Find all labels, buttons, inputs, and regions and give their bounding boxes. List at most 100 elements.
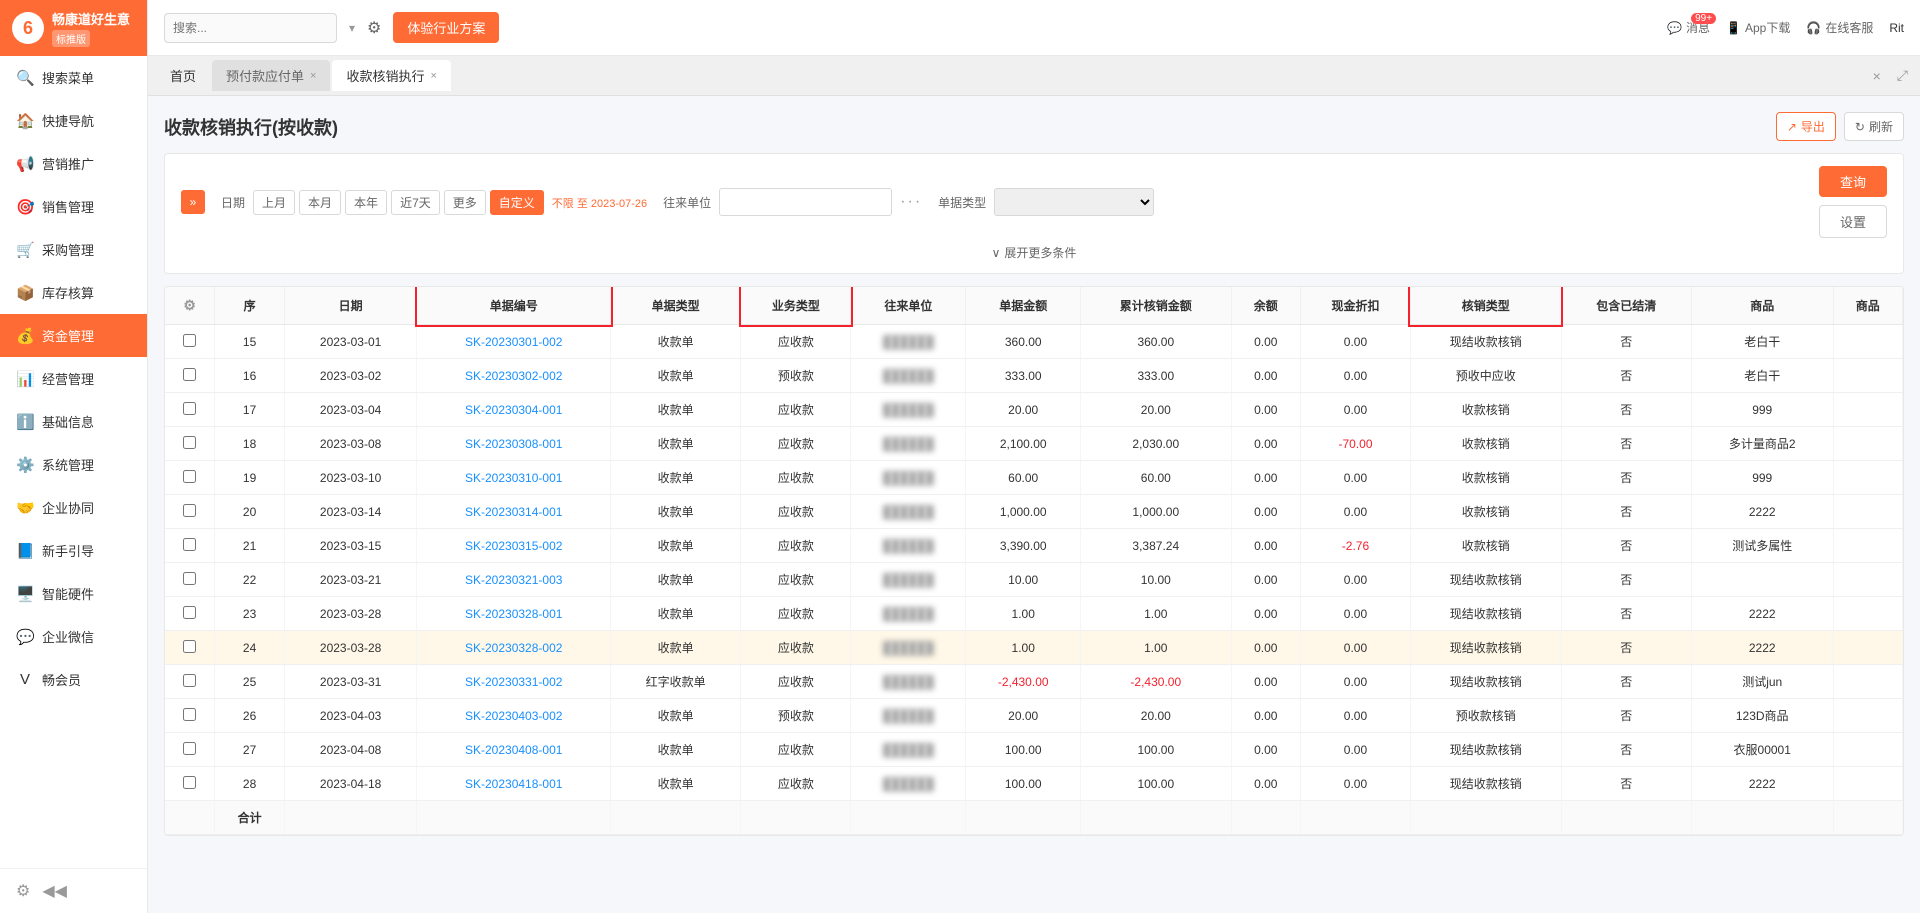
setting-btn[interactable]: 设置 <box>1819 205 1887 238</box>
tab-expand-action[interactable]: ⤢ <box>1893 63 1912 88</box>
sidebar-item-enterprise[interactable]: 🤝企业协同 <box>0 486 147 529</box>
row-checkbox[interactable] <box>183 776 196 789</box>
row-checkbox[interactable] <box>183 742 196 755</box>
cell-bill_no: SK-20230328-002 <box>417 631 611 665</box>
query-btn[interactable]: 查询 <box>1819 166 1887 197</box>
row-checkbox[interactable] <box>183 436 196 449</box>
sidebar-item-system[interactable]: ⚙️系统管理 <box>0 443 147 486</box>
sidebar-item-marketing[interactable]: 📢营销推广 <box>0 142 147 185</box>
filter-date-btn-上月[interactable]: 上月 <box>253 190 295 215</box>
link-bill_no[interactable]: SK-20230403-002 <box>465 709 562 723</box>
expand-more-btn[interactable]: ∨ 展开更多条件 <box>992 244 1077 261</box>
table-row: 282023-04-18SK-20230418-001收款单应收款██████1… <box>165 767 1903 801</box>
link-bill_no[interactable]: SK-20230304-001 <box>465 403 562 417</box>
topbar-app[interactable]: 📱 App下载 <box>1726 19 1790 36</box>
tab-prepay-close[interactable]: × <box>310 70 316 82</box>
cell-include_cleared: 否 <box>1561 563 1691 597</box>
link-bill_no[interactable]: SK-20230308-001 <box>465 437 562 451</box>
row-checkbox[interactable] <box>183 402 196 415</box>
table-footer-row: 合计 <box>165 801 1903 835</box>
cell-cumulative_amount: 100.00 <box>1080 767 1231 801</box>
tab-home[interactable]: 首页 <box>156 60 210 91</box>
filter-date-btn-custom[interactable]: 自定义 <box>490 190 544 215</box>
sidebar-item-operation[interactable]: 📊经营管理 <box>0 357 147 400</box>
sidebar-item-purchase[interactable]: 🛒采购管理 <box>0 228 147 271</box>
row-checkbox[interactable] <box>183 674 196 687</box>
link-bill_no[interactable]: SK-20230331-002 <box>465 675 562 689</box>
sidebar-item-quick-nav[interactable]: 🏠快捷导航 <box>0 99 147 142</box>
filter-date-btn-更多[interactable]: 更多 <box>444 190 486 215</box>
topbar-search-input[interactable] <box>164 13 337 43</box>
cell-cancel_type: 收款核销 <box>1410 495 1561 529</box>
sidebar-item-wechat[interactable]: 💬企业微信 <box>0 615 147 658</box>
sidebar-icon-finance: 💰 <box>16 327 34 345</box>
export-btn[interactable]: ↗ 导出 <box>1776 112 1836 141</box>
link-bill_no[interactable]: SK-20230408-001 <box>465 743 562 757</box>
filter-date-btn-本月[interactable]: 本月 <box>299 190 341 215</box>
filter-expand-btn[interactable]: » <box>181 190 205 214</box>
row-checkbox[interactable] <box>183 538 196 551</box>
link-bill_no[interactable]: SK-20230321-003 <box>465 573 562 587</box>
tab-home-label: 首页 <box>170 66 196 85</box>
cell-cumulative_amount: -2,430.00 <box>1080 665 1231 699</box>
cell-biz_type: 应收款 <box>741 393 851 427</box>
link-bill_no[interactable]: SK-20230301-002 <box>465 335 562 349</box>
col-header-no: 序 <box>215 287 284 325</box>
tab-prepay[interactable]: 预付款应付单 × <box>212 60 330 91</box>
collapse-icon[interactable]: ◀◀ <box>42 881 67 901</box>
topbar-service[interactable]: 🎧 在线客服 <box>1806 19 1873 36</box>
cell-goods: 测试jun <box>1691 665 1833 699</box>
topbar-gear-icon[interactable]: ⚙ <box>367 18 381 38</box>
col-header-bill_no: 单据编号 <box>417 287 611 325</box>
row-checkbox[interactable] <box>183 640 196 653</box>
sidebar-item-guide[interactable]: 📘新手引导 <box>0 529 147 572</box>
sidebar-item-finance[interactable]: 💰资金管理 <box>0 314 147 357</box>
settings-icon[interactable]: ⚙ <box>16 881 30 901</box>
tab-close-action[interactable]: × <box>1869 64 1885 88</box>
cell-bill_type: 收款单 <box>611 495 741 529</box>
row-checkbox[interactable] <box>183 368 196 381</box>
row-checkbox[interactable] <box>183 708 196 721</box>
industry-btn[interactable]: 体验行业方案 <box>393 12 499 43</box>
cell-goods2 <box>1833 427 1903 461</box>
sidebar-item-inventory[interactable]: 📦库存核算 <box>0 271 147 314</box>
cell-cancel_type: 现结收款核销 <box>1410 767 1561 801</box>
tab-cancel-exec-close[interactable]: × <box>430 70 436 82</box>
link-bill_no[interactable]: SK-20230310-001 <box>465 471 562 485</box>
cell-settings <box>165 393 215 427</box>
row-checkbox[interactable] <box>183 504 196 517</box>
col-settings-icon[interactable]: ⚙ <box>183 297 196 313</box>
col-header-date: 日期 <box>284 287 417 325</box>
cell-balance: 0.00 <box>1231 597 1300 631</box>
row-checkbox[interactable] <box>183 606 196 619</box>
row-checkbox[interactable] <box>183 470 196 483</box>
cell-bill_no: SK-20230308-001 <box>417 427 611 461</box>
filter-voucher-select[interactable] <box>994 188 1154 216</box>
cell-settings <box>165 359 215 393</box>
sidebar-item-basic[interactable]: ℹ️基础信息 <box>0 400 147 443</box>
cell-bill_amount: 10.00 <box>966 563 1081 597</box>
link-bill_no[interactable]: SK-20230418-001 <box>465 777 562 791</box>
tab-cancel-exec[interactable]: 收款核销执行 × <box>332 60 450 91</box>
link-bill_no[interactable]: SK-20230328-002 <box>465 641 562 655</box>
sidebar-item-hardware[interactable]: 🖥️智能硬件 <box>0 572 147 615</box>
row-checkbox[interactable] <box>183 334 196 347</box>
cell-bill_no: SK-20230418-001 <box>417 767 611 801</box>
filter-partner-input[interactable] <box>719 188 892 216</box>
link-bill_no[interactable]: SK-20230314-001 <box>465 505 562 519</box>
sidebar-item-member[interactable]: V畅会员 <box>0 658 147 701</box>
row-checkbox[interactable] <box>183 572 196 585</box>
refresh-btn[interactable]: ↻ 刷新 <box>1844 112 1904 141</box>
filter-date-btn-近7天[interactable]: 近7天 <box>391 190 440 215</box>
link-bill_no[interactable]: SK-20230302-002 <box>465 369 562 383</box>
link-bill_no[interactable]: SK-20230328-001 <box>465 607 562 621</box>
page-header: 收款核销执行(按收款) ↗ 导出 ↻ 刷新 <box>164 112 1904 141</box>
sidebar-item-sales[interactable]: 🎯销售管理 <box>0 185 147 228</box>
link-bill_no[interactable]: SK-20230315-002 <box>465 539 562 553</box>
cell-goods2 <box>1833 767 1903 801</box>
blurred-partner: ██████ <box>883 403 934 417</box>
topbar-message[interactable]: 💬 消息 99+ <box>1667 19 1710 36</box>
topbar-dropdown-arrow[interactable]: ▾ <box>349 21 355 35</box>
filter-date-btn-本年[interactable]: 本年 <box>345 190 387 215</box>
sidebar-item-search-menu[interactable]: 🔍搜索菜单 <box>0 56 147 99</box>
